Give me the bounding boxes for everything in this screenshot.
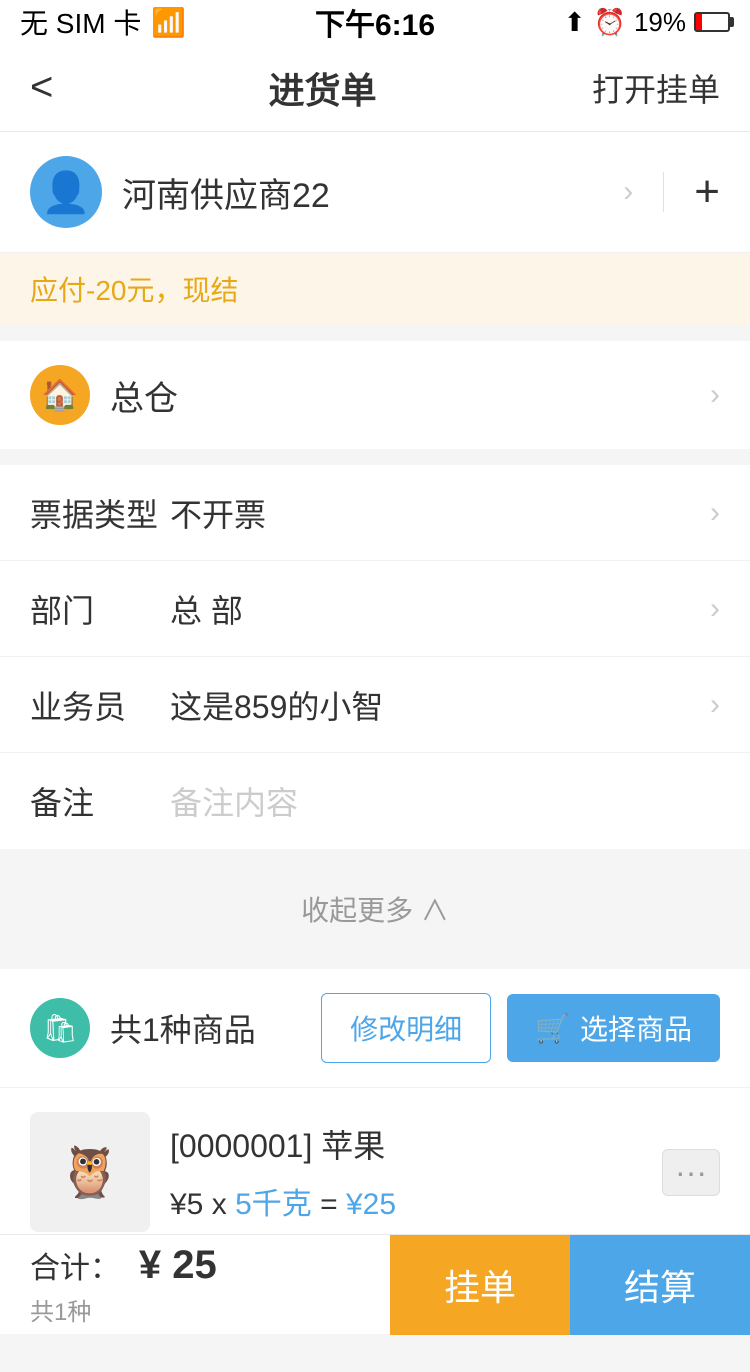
chevron-right-icon: › [710,496,720,530]
main-content: 👤 河南供应商22 › + 应付-20元，现结 🏠 总仓 › 票据类型 不开票 [0,132,750,1372]
alarm-icon: ⏰ [594,7,626,38]
add-supplier-button[interactable]: + [694,167,720,217]
status-bar: 无 SIM 卡 📶 下午6:16 ⬆ ⏰ 19% [0,0,750,44]
times-symbol: x [212,1188,235,1221]
remark-row[interactable]: 备注 备注内容 [0,753,750,849]
product-details: [0000001] 苹果 ¥5 x 5千克 = ¥25 [170,1121,642,1223]
product-thumbnail: 🦉 [30,1112,150,1232]
form-section: 票据类型 不开票 › 部门 总 部 › 业务员 这是859的小智 › 备注 备注… [0,465,750,849]
dept-row[interactable]: 部门 总 部 › [0,561,750,657]
status-right: ⬆ ⏰ 19% [564,7,730,38]
supplier-row[interactable]: 👤 河南供应商22 › + [0,132,750,253]
products-count: 共1种商品 [110,1005,321,1051]
bottom-bar: 合计： ¥ 25 共1种 挂单 结算 [0,1234,750,1334]
wifi-icon: 📶 [151,6,186,39]
supplier-name: 河南供应商22 [122,177,330,215]
supplier-notice: 应付-20元，现结 [0,253,750,325]
chevron-right-icon: › [623,175,633,209]
product-owl-icon: 🦉 [59,1143,121,1202]
invoice-row[interactable]: 票据类型 不开票 › [0,465,750,561]
collapse-row[interactable]: 收起更多 ∧ [0,865,750,953]
chevron-right-icon: › [710,688,720,722]
salesperson-value: 这是859的小智 [170,682,710,728]
dept-label: 部门 [30,586,170,632]
invoice-label: 票据类型 [30,490,170,536]
salesperson-row[interactable]: 业务员 这是859的小智 › [0,657,750,753]
warehouse-name: 总仓 [110,371,710,420]
products-icon: 🛍 [30,998,90,1058]
price-value: ¥5 [170,1188,203,1221]
product-more-button[interactable]: ··· [662,1149,720,1196]
supplier-avatar: 👤 [30,156,102,228]
supplier-section: 👤 河南供应商22 › + 应付-20元，现结 [0,132,750,325]
supplier-info: 河南供应商22 [122,168,623,217]
signal-text: 无 SIM 卡 [20,2,141,42]
warehouse-section: 🏠 总仓 › [0,341,750,449]
remark-input[interactable]: 备注内容 [170,778,720,824]
back-button[interactable]: < [30,65,53,110]
avatar-icon: 👤 [41,169,91,216]
house-icon: 🏠 [41,378,78,413]
status-time: 下午6:16 [315,0,435,44]
hang-button[interactable]: 挂单 [390,1235,570,1335]
total-label: 合计： [30,1252,120,1285]
salesperson-label: 业务员 [30,682,170,728]
select-product-label: 选择商品 [580,1008,692,1048]
total-amount: ¥ 25 [139,1243,217,1287]
total-sub: 共1种 [30,1292,360,1327]
collapse-label: 收起更多 ∧ [301,895,449,926]
product-name: [0000001] 苹果 [170,1121,642,1167]
supplier-row-right: › + [623,167,720,217]
product-item: 🦉 [0000001] 苹果 ¥5 x 5千克 = ¥25 ··· [0,1088,750,1256]
status-left: 无 SIM 卡 📶 [20,2,186,42]
dept-value: 总 部 [170,586,710,632]
invoice-value: 不开票 [170,490,710,536]
product-price: ¥5 x 5千克 = ¥25 [170,1179,642,1223]
chevron-right-icon: › [710,592,720,626]
qty-value: 5千克 [235,1188,312,1221]
select-product-button[interactable]: 🛒 选择商品 [507,994,720,1062]
total-value: ¥25 [346,1188,396,1221]
checkout-button[interactable]: 结算 [570,1235,750,1335]
products-header: 🛍 共1种商品 修改明细 🛒 选择商品 [0,969,750,1088]
total-info: 合计： ¥ 25 共1种 [0,1243,390,1327]
battery-icon [694,12,730,32]
shopping-bag-icon: 🛍 [42,1012,78,1045]
remark-label: 备注 [30,778,170,824]
nav-bar: < 进货单 打开挂单 [0,44,750,132]
chevron-right-icon: › [710,378,720,412]
open-hang-button[interactable]: 打开挂单 [592,65,720,111]
cart-icon: 🛒 [535,1012,570,1045]
equals-symbol: = [320,1188,346,1221]
modify-detail-button[interactable]: 修改明细 [321,993,491,1063]
warehouse-row[interactable]: 🏠 总仓 › [0,341,750,449]
location-icon: ⬆ [564,7,586,38]
page-title: 进货单 [269,62,377,114]
products-section: 🛍 共1种商品 修改明细 🛒 选择商品 🦉 [0000001] 苹果 ¥5 [0,969,750,1256]
product-code: [0000001] [170,1128,312,1164]
battery-text: 19% [634,7,686,38]
warehouse-icon: 🏠 [30,365,90,425]
product-title: 苹果 [321,1128,385,1164]
